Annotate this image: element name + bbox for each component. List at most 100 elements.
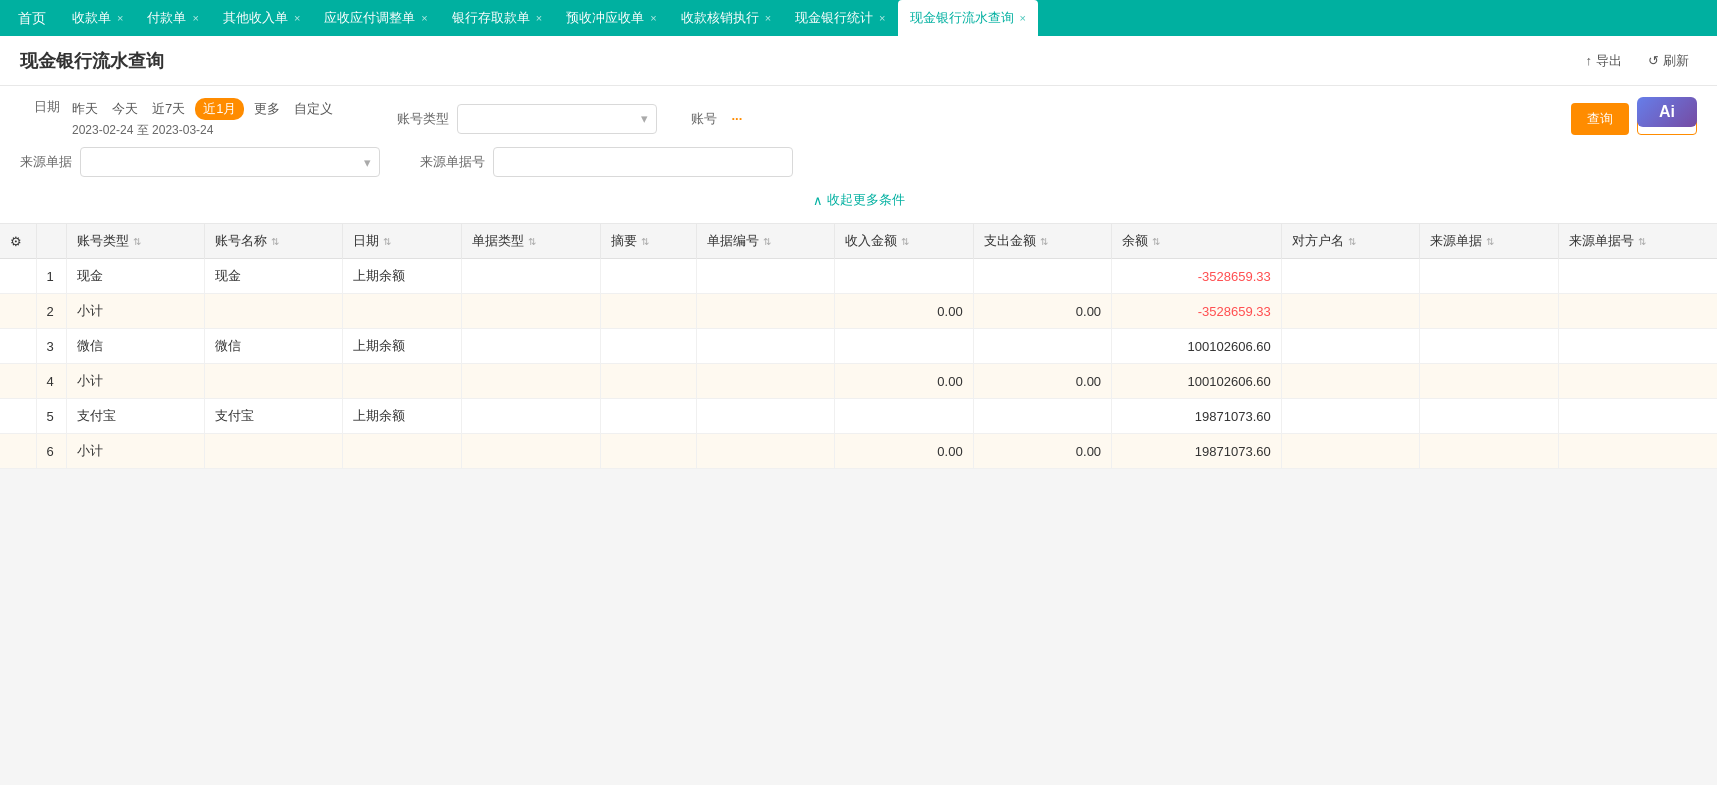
table-header-row: ⚙ 账号类型 ⇅ 账号名称 ⇅ 日期 — [0, 224, 1717, 259]
row-settings-cell — [0, 259, 36, 294]
page-header: 现金银行流水查询 ↑ 导出 ↺ 刷新 — [0, 36, 1717, 86]
refresh-button[interactable]: ↺ 刷新 — [1640, 48, 1697, 74]
row-balance: 100102606.60 — [1112, 364, 1282, 399]
account-label: 账号 — [677, 110, 717, 128]
row-summary — [600, 364, 696, 399]
account-type-label: 账号类型 — [397, 110, 449, 128]
query-button[interactable]: 查询 — [1571, 103, 1629, 135]
date-btn-7days[interactable]: 近7天 — [148, 98, 189, 120]
nav-tab-现金银行统计[interactable]: 现金银行统计 × — [783, 0, 897, 36]
sort-icon: ⇅ — [641, 236, 649, 247]
close-icon[interactable]: × — [536, 0, 542, 36]
nav-tab-应收应付调整单[interactable]: 应收应付调整单 × — [312, 0, 439, 36]
th-summary[interactable]: 摘要 ⇅ — [600, 224, 696, 259]
close-icon[interactable]: × — [117, 0, 123, 36]
close-icon[interactable]: × — [192, 0, 198, 36]
row-doc-type — [462, 294, 600, 329]
source-doc-no-input[interactable] — [493, 147, 793, 177]
th-income[interactable]: 收入金额 ⇅ — [835, 224, 973, 259]
nav-tab-银行存取款单[interactable]: 银行存取款单 × — [440, 0, 554, 36]
account-type-select[interactable]: ▾ — [457, 104, 657, 134]
row-account-name: 支付宝 — [204, 399, 342, 434]
row-doc-type — [462, 434, 600, 469]
row-source-doc-no — [1558, 434, 1717, 469]
filter-row-2: 来源单据 ▾ 来源单据号 — [20, 147, 1697, 177]
row-account-name — [204, 294, 342, 329]
close-icon[interactable]: × — [879, 0, 885, 36]
th-source-doc-no[interactable]: 来源单据号 ⇅ — [1558, 224, 1717, 259]
row-account-type: 小计 — [66, 294, 204, 329]
date-btn-more[interactable]: 更多 — [250, 98, 284, 120]
row-balance: -3528659.33 — [1112, 294, 1282, 329]
th-counterparty[interactable]: 对方户名 ⇅ — [1281, 224, 1419, 259]
row-source-doc — [1420, 259, 1558, 294]
nav-tab-收款单[interactable]: 收款单 × — [60, 0, 135, 36]
date-btn-today[interactable]: 今天 — [108, 98, 142, 120]
account-ellipsis-btn[interactable]: ··· — [725, 107, 748, 130]
row-source-doc-no — [1558, 329, 1717, 364]
row-source-doc — [1420, 434, 1558, 469]
th-expense[interactable]: 支出金额 ⇅ — [973, 224, 1111, 259]
close-icon[interactable]: × — [294, 0, 300, 36]
row-expense: 0.00 — [973, 294, 1111, 329]
th-doc-type[interactable]: 单据类型 ⇅ — [462, 224, 600, 259]
filter-area: 日期 昨天 今天 近7天 近1月 更多 自定义 2023-02-24 至 202… — [0, 86, 1717, 224]
nav-tab-收款核销执行[interactable]: 收款核销执行 × — [669, 0, 783, 36]
row-date: 上期余额 — [343, 399, 462, 434]
row-income — [835, 329, 973, 364]
nav-tab-其他收入单[interactable]: 其他收入单 × — [211, 0, 312, 36]
th-doc-no[interactable]: 单据编号 ⇅ — [696, 224, 834, 259]
date-btn-custom[interactable]: 自定义 — [290, 98, 337, 120]
row-account-name: 微信 — [204, 329, 342, 364]
row-source-doc-no — [1558, 294, 1717, 329]
row-doc-no — [696, 294, 834, 329]
th-index — [36, 224, 66, 259]
close-icon[interactable]: × — [765, 0, 771, 36]
row-counterparty — [1281, 399, 1419, 434]
date-btn-yesterday[interactable]: 昨天 — [68, 98, 102, 120]
close-icon[interactable]: × — [421, 0, 427, 36]
row-account-name: 现金 — [204, 259, 342, 294]
row-doc-type — [462, 259, 600, 294]
row-settings-cell — [0, 399, 36, 434]
row-account-type: 小计 — [66, 434, 204, 469]
row-date: 上期余额 — [343, 329, 462, 364]
th-account-type[interactable]: 账号类型 ⇅ — [66, 224, 204, 259]
table-row: 2 小计 0.00 0.00 -3528659.33 — [0, 294, 1717, 329]
row-account-type: 小计 — [66, 364, 204, 399]
row-index: 1 — [36, 259, 66, 294]
row-balance: 19871073.60 — [1112, 399, 1282, 434]
source-doc-label: 来源单据 — [20, 153, 72, 171]
data-table: ⚙ 账号类型 ⇅ 账号名称 ⇅ 日期 — [0, 224, 1717, 469]
row-income — [835, 399, 973, 434]
collapse-bar[interactable]: ∧ 收起更多条件 — [20, 185, 1697, 211]
source-doc-select[interactable]: ▾ — [80, 147, 380, 177]
nav-tab-预收冲应收单[interactable]: 预收冲应收单 × — [554, 0, 668, 36]
close-icon[interactable]: × — [650, 0, 656, 36]
nav-tab-现金银行流水查询[interactable]: 现金银行流水查询 × — [898, 0, 1038, 36]
row-doc-no — [696, 259, 834, 294]
sort-icon: ⇅ — [901, 236, 909, 247]
th-account-name[interactable]: 账号名称 ⇅ — [204, 224, 342, 259]
row-income: 0.00 — [835, 434, 973, 469]
sort-icon: ⇅ — [1638, 236, 1646, 247]
row-source-doc-no — [1558, 364, 1717, 399]
nav-home[interactable]: 首页 — [4, 0, 60, 36]
export-button[interactable]: ↑ 导出 — [1578, 48, 1631, 74]
row-account-type: 现金 — [66, 259, 204, 294]
th-date[interactable]: 日期 ⇅ — [343, 224, 462, 259]
ai-badge[interactable]: Ai — [1637, 97, 1697, 127]
date-btn-1month[interactable]: 近1月 — [195, 98, 244, 120]
close-icon[interactable]: × — [1020, 0, 1026, 36]
row-counterparty — [1281, 434, 1419, 469]
row-counterparty — [1281, 294, 1419, 329]
table-row: 1 现金 现金 上期余额 -3528659.33 — [0, 259, 1717, 294]
page-title: 现金银行流水查询 — [20, 49, 164, 73]
filter-row-1: 日期 昨天 今天 近7天 近1月 更多 自定义 2023-02-24 至 202… — [20, 98, 1697, 139]
th-balance[interactable]: 余额 ⇅ — [1112, 224, 1282, 259]
nav-tab-付款单[interactable]: 付款单 × — [135, 0, 210, 36]
row-doc-no — [696, 434, 834, 469]
th-source-doc[interactable]: 来源单据 ⇅ — [1420, 224, 1558, 259]
row-source-doc-no — [1558, 399, 1717, 434]
settings-col-header[interactable]: ⚙ — [0, 224, 36, 259]
